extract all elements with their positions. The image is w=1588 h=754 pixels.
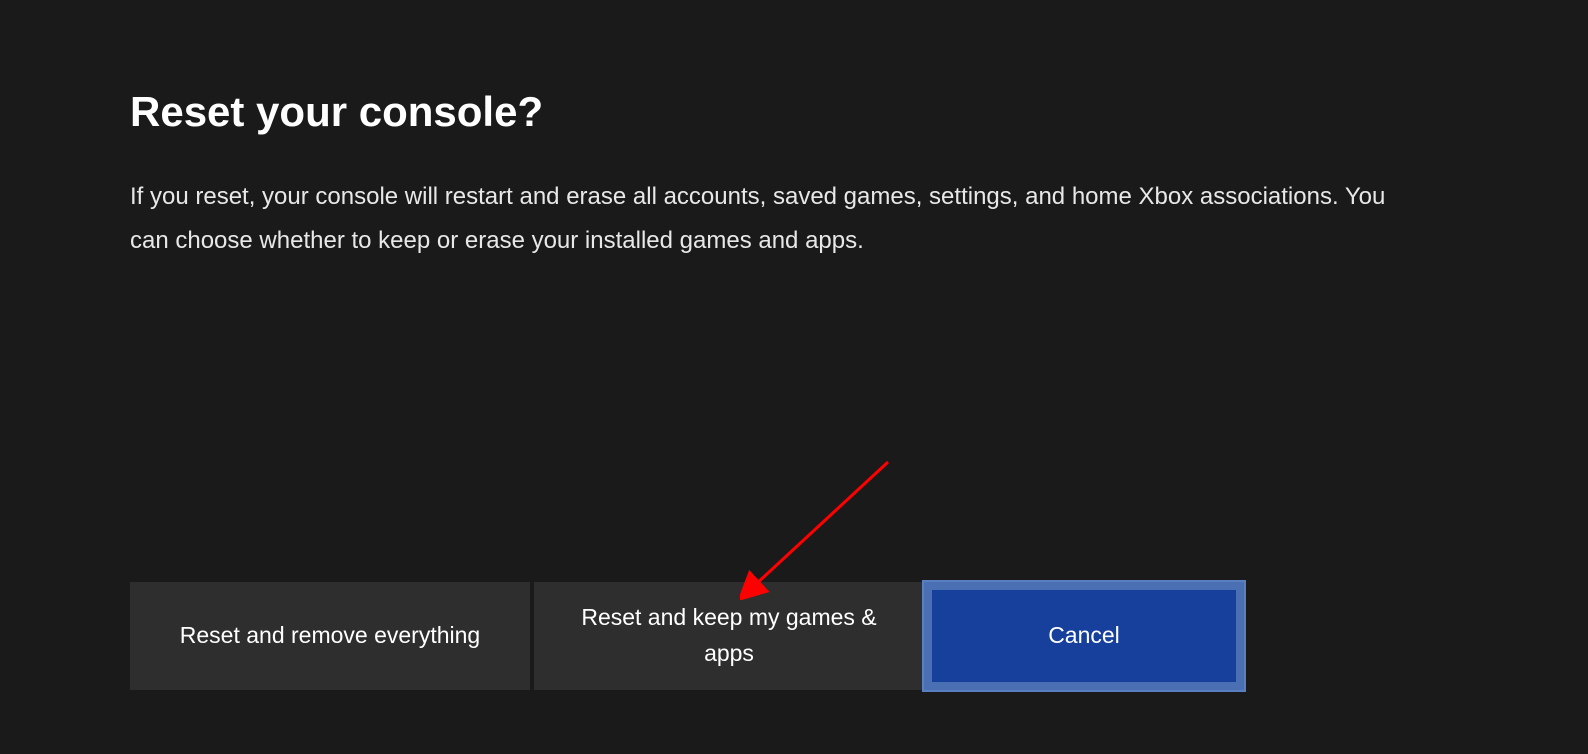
reset-remove-button[interactable]: Reset and remove everything xyxy=(130,582,530,690)
button-row: Reset and remove everything Reset and ke… xyxy=(130,582,1244,690)
reset-keep-button[interactable]: Reset and keep my games & apps xyxy=(534,582,924,690)
cancel-button[interactable]: Cancel xyxy=(924,582,1244,690)
dialog-description: If you reset, your console will restart … xyxy=(130,175,1410,264)
dialog-title: Reset your console? xyxy=(130,88,543,136)
annotation-arrow-icon xyxy=(740,460,890,600)
